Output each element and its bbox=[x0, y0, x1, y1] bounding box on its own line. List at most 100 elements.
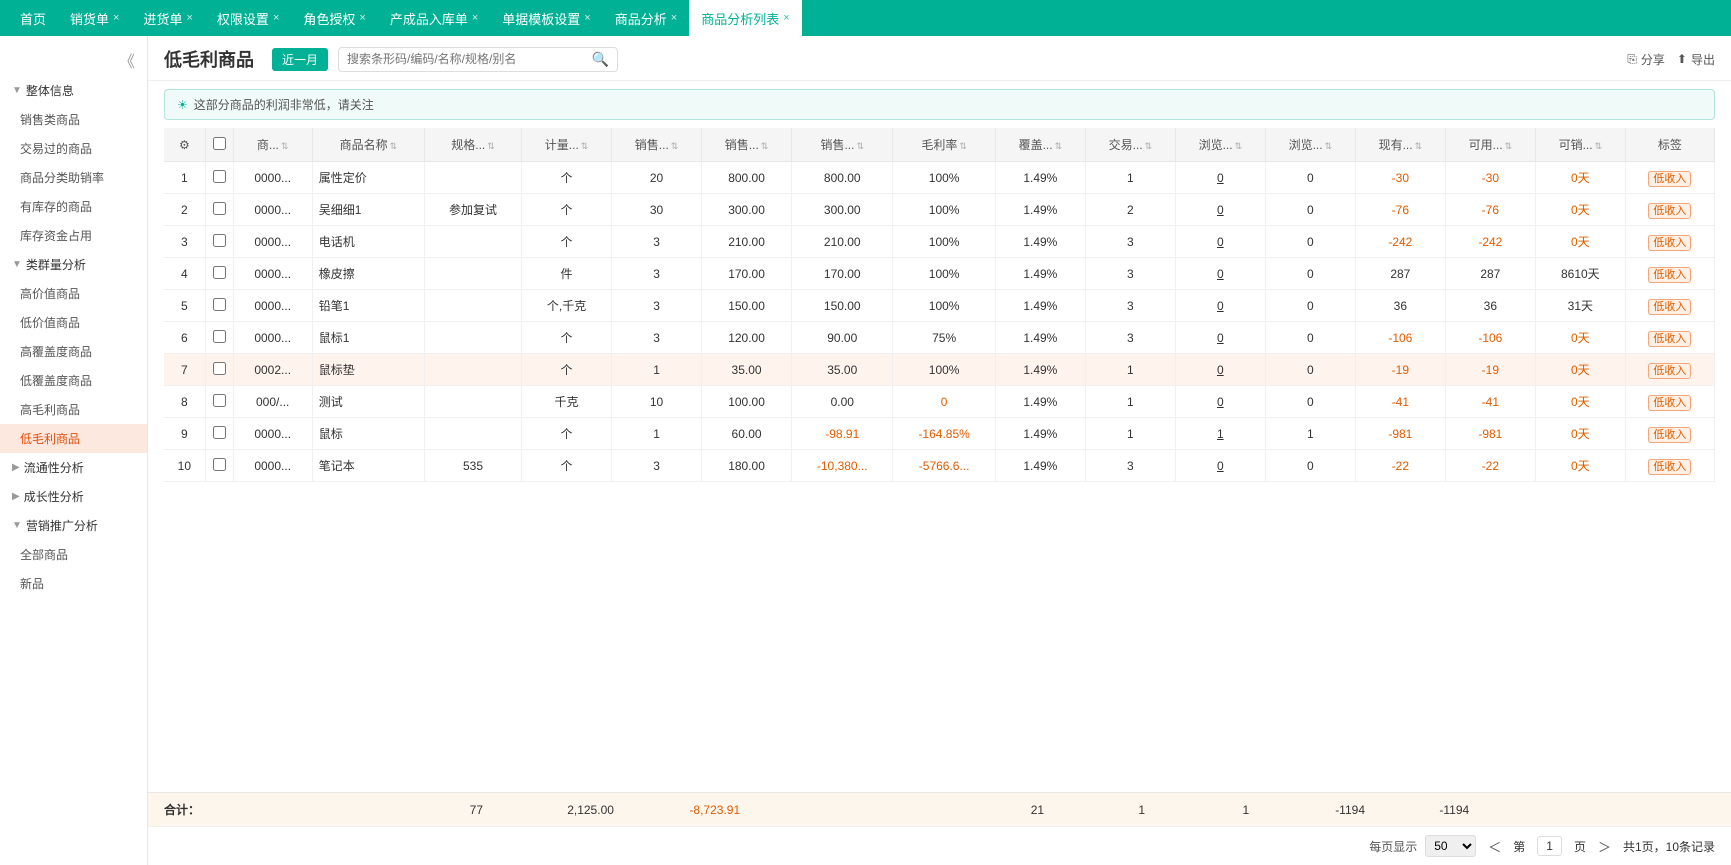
col-settings[interactable]: ⚙ bbox=[164, 128, 205, 162]
nav-close-icon[interactable]: × bbox=[359, 12, 365, 24]
col-name[interactable]: 商品名称⇅ bbox=[312, 128, 424, 162]
search-icon[interactable]: 🔍 bbox=[592, 51, 609, 68]
cell-browse1[interactable]: 0 bbox=[1175, 322, 1265, 354]
sidebar-item-low-coverage[interactable]: 低覆盖度商品 bbox=[0, 366, 147, 395]
cell-checkbox[interactable] bbox=[205, 322, 233, 354]
cell-browse1[interactable]: 0 bbox=[1175, 290, 1265, 322]
nav-sales-order[interactable]: 销货单 × bbox=[58, 0, 131, 36]
cell-checkbox[interactable] bbox=[205, 226, 233, 258]
col-browse1[interactable]: 浏览...⇅ bbox=[1175, 128, 1265, 162]
cell-checkbox[interactable] bbox=[205, 418, 233, 450]
col-sales-qty[interactable]: 销售...⇅ bbox=[612, 128, 702, 162]
cell-checkbox[interactable] bbox=[205, 354, 233, 386]
cell-checkbox[interactable] bbox=[205, 290, 233, 322]
sidebar-group-growth[interactable]: ▶ 成长性分析 bbox=[0, 482, 147, 511]
nav-close-icon[interactable]: × bbox=[273, 12, 279, 24]
cell-browse1[interactable]: 0 bbox=[1175, 258, 1265, 290]
cell-browse1[interactable]: 0 bbox=[1175, 194, 1265, 226]
cell-browse1[interactable]: 0 bbox=[1175, 354, 1265, 386]
cell-checkbox[interactable] bbox=[205, 450, 233, 482]
row-checkbox[interactable] bbox=[213, 458, 226, 471]
sidebar-group-cluster[interactable]: ▼ 类群量分析 bbox=[0, 250, 147, 279]
nav-close-icon[interactable]: × bbox=[584, 12, 590, 24]
sidebar-group-circulation[interactable]: ▶ 流通性分析 bbox=[0, 453, 147, 482]
sidebar-item-high-margin[interactable]: 高毛利商品 bbox=[0, 395, 147, 424]
col-coverage[interactable]: 覆盖...⇅ bbox=[995, 128, 1085, 162]
share-button[interactable]: ⎘ 分享 bbox=[1627, 51, 1665, 68]
nav-close-icon[interactable]: × bbox=[113, 12, 119, 24]
col-code[interactable]: 商...⇅ bbox=[233, 128, 312, 162]
expand-arrow-icon: ▶ bbox=[12, 462, 20, 473]
sidebar-item-low-margin[interactable]: 低毛利商品 bbox=[0, 424, 147, 453]
row-checkbox[interactable] bbox=[213, 330, 226, 343]
cell-checkbox[interactable] bbox=[205, 258, 233, 290]
nav-product-analysis[interactable]: 商品分析 × bbox=[603, 0, 689, 36]
col-sales-price[interactable]: 销售...⇅ bbox=[702, 128, 792, 162]
cell-sales-qty: 3 bbox=[612, 290, 702, 322]
nav-permission-setting[interactable]: 权限设置 × bbox=[205, 0, 291, 36]
sidebar-item-in-stock[interactable]: 有库存的商品 bbox=[0, 192, 147, 221]
row-checkbox[interactable] bbox=[213, 170, 226, 183]
cell-browse1[interactable]: 0 bbox=[1175, 386, 1265, 418]
cell-browse2: 0 bbox=[1265, 226, 1355, 258]
sidebar-item-low-value[interactable]: 低价值商品 bbox=[0, 308, 147, 337]
sidebar-group-overall[interactable]: ▼ 整体信息 bbox=[0, 76, 147, 105]
cell-checkbox[interactable] bbox=[205, 162, 233, 194]
nav-role-auth[interactable]: 角色授权 × bbox=[291, 0, 377, 36]
col-sales-profit[interactable]: 销售...⇅ bbox=[792, 128, 893, 162]
export-button[interactable]: ⬆ 导出 bbox=[1677, 51, 1715, 68]
col-gross-margin[interactable]: 毛利率⇅ bbox=[893, 128, 995, 162]
nav-product-analysis-list[interactable]: 商品分析列表 × bbox=[689, 0, 801, 36]
cell-checkbox[interactable] bbox=[205, 386, 233, 418]
cell-coverage: 1.49% bbox=[995, 322, 1085, 354]
next-page-button[interactable]: ＞ bbox=[1594, 837, 1615, 856]
cell-browse1[interactable]: 0 bbox=[1175, 450, 1265, 482]
sidebar-item-traded-goods[interactable]: 交易过的商品 bbox=[0, 134, 147, 163]
tag-badge: 低收入 bbox=[1648, 235, 1691, 251]
sidebar-item-category-rate[interactable]: 商品分类助销率 bbox=[0, 163, 147, 192]
nav-close-icon[interactable]: × bbox=[783, 12, 789, 24]
sidebar-item-high-value[interactable]: 高价值商品 bbox=[0, 279, 147, 308]
nav-template-setting[interactable]: 单据模板设置 × bbox=[490, 0, 602, 36]
cell-coverage: 1.49% bbox=[995, 290, 1085, 322]
col-transaction[interactable]: 交易...⇅ bbox=[1085, 128, 1175, 162]
search-input[interactable] bbox=[347, 52, 592, 66]
cell-browse1[interactable]: 0 bbox=[1175, 226, 1265, 258]
row-checkbox[interactable] bbox=[213, 426, 226, 439]
select-all-checkbox[interactable] bbox=[213, 137, 226, 150]
nav-product-stock[interactable]: 产成品入库单 × bbox=[378, 0, 490, 36]
col-stock-sellable[interactable]: 可销...⇅ bbox=[1535, 128, 1625, 162]
col-select-all[interactable] bbox=[205, 128, 233, 162]
sidebar-item-stock-capital[interactable]: 库存资金占用 bbox=[0, 221, 147, 250]
col-spec[interactable]: 规格...⇅ bbox=[424, 128, 521, 162]
nav-purchase-order[interactable]: 进货单 × bbox=[131, 0, 204, 36]
sidebar-item-high-coverage[interactable]: 高覆盖度商品 bbox=[0, 337, 147, 366]
sidebar-item-new-goods[interactable]: 新品 bbox=[0, 569, 147, 598]
col-unit[interactable]: 计量...⇅ bbox=[522, 128, 612, 162]
col-stock-available[interactable]: 可用...⇅ bbox=[1445, 128, 1535, 162]
sidebar-item-sales-goods[interactable]: 销售类商品 bbox=[0, 105, 147, 134]
cell-browse1[interactable]: 1 bbox=[1175, 418, 1265, 450]
nav-close-icon[interactable]: × bbox=[671, 12, 677, 24]
prev-page-button[interactable]: ＜ bbox=[1484, 837, 1505, 856]
filter-recent-month-button[interactable]: 近一月 bbox=[272, 48, 328, 71]
row-checkbox[interactable] bbox=[213, 266, 226, 279]
page-size-select[interactable]: 50 20 100 bbox=[1425, 835, 1476, 857]
row-checkbox[interactable] bbox=[213, 234, 226, 247]
row-checkbox[interactable] bbox=[213, 202, 226, 215]
footer-browse2: 1 bbox=[1216, 803, 1276, 817]
col-browse2[interactable]: 浏览...⇅ bbox=[1265, 128, 1355, 162]
row-checkbox[interactable] bbox=[213, 362, 226, 375]
cell-browse1[interactable]: 0 bbox=[1175, 162, 1265, 194]
cell-browse2: 0 bbox=[1265, 162, 1355, 194]
nav-close-icon[interactable]: × bbox=[186, 12, 192, 24]
sidebar-group-marketing[interactable]: ▼ 营销推广分析 bbox=[0, 511, 147, 540]
cell-checkbox[interactable] bbox=[205, 194, 233, 226]
collapse-sidebar-button[interactable]: 《 bbox=[115, 48, 139, 72]
row-checkbox[interactable] bbox=[213, 298, 226, 311]
nav-home[interactable]: 首页 bbox=[8, 0, 58, 36]
sidebar-item-all-goods[interactable]: 全部商品 bbox=[0, 540, 147, 569]
nav-close-icon[interactable]: × bbox=[472, 12, 478, 24]
col-stock-current[interactable]: 现有...⇅ bbox=[1355, 128, 1445, 162]
row-checkbox[interactable] bbox=[213, 394, 226, 407]
